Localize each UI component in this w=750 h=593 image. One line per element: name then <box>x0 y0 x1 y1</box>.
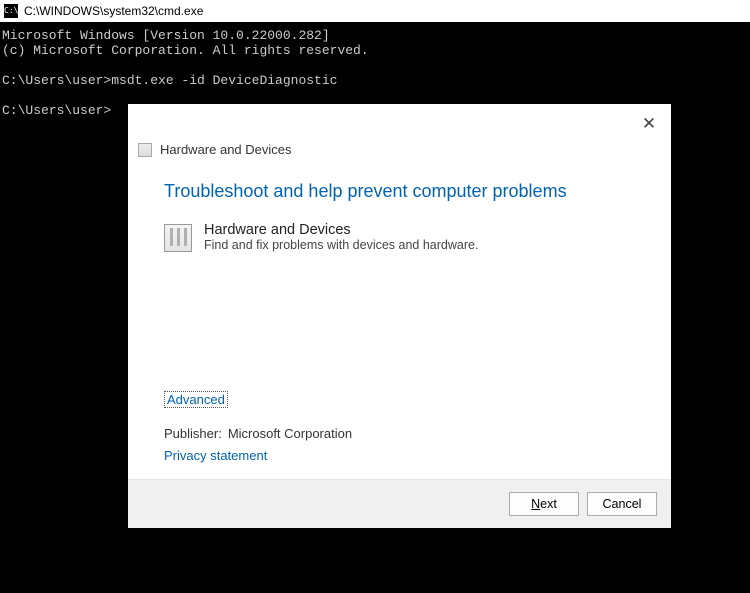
privacy-link[interactable]: Privacy statement <box>164 448 267 463</box>
publisher-label: Publisher: <box>164 426 222 441</box>
advanced-link[interactable]: Advanced <box>164 391 228 408</box>
cancel-button[interactable]: Cancel <box>587 492 657 516</box>
dialog-lower: Advanced Publisher: Microsoft Corporation… <box>128 391 671 479</box>
cmd-icon: C:\ <box>4 4 18 18</box>
publisher-value: Microsoft Corporation <box>228 426 352 441</box>
item-description: Find and fix problems with devices and h… <box>204 238 478 252</box>
publisher-line: Publisher: Microsoft Corporation <box>164 426 635 441</box>
dialog-button-bar: Next Cancel <box>128 479 671 528</box>
hardware-icon <box>138 143 152 157</box>
dialog-body: Troubleshoot and help prevent computer p… <box>128 157 671 391</box>
cmd-title: C:\WINDOWS\system32\cmd.exe <box>24 4 203 18</box>
item-name: Hardware and Devices <box>204 222 478 238</box>
close-button[interactable]: ✕ <box>639 114 659 134</box>
next-rest: ext <box>540 497 557 511</box>
cmd-titlebar: C:\ C:\WINDOWS\system32\cmd.exe <box>0 0 750 22</box>
devices-icon <box>164 224 192 252</box>
dialog-header-title: Hardware and Devices <box>160 142 292 157</box>
dialog-header: Hardware and Devices <box>128 104 671 157</box>
next-button[interactable]: Next <box>509 492 579 516</box>
troubleshooter-item[interactable]: Hardware and Devices Find and fix proble… <box>164 222 635 252</box>
dialog-main-title: Troubleshoot and help prevent computer p… <box>164 181 635 202</box>
troubleshooter-dialog: ✕ Hardware and Devices Troubleshoot and … <box>128 104 671 528</box>
